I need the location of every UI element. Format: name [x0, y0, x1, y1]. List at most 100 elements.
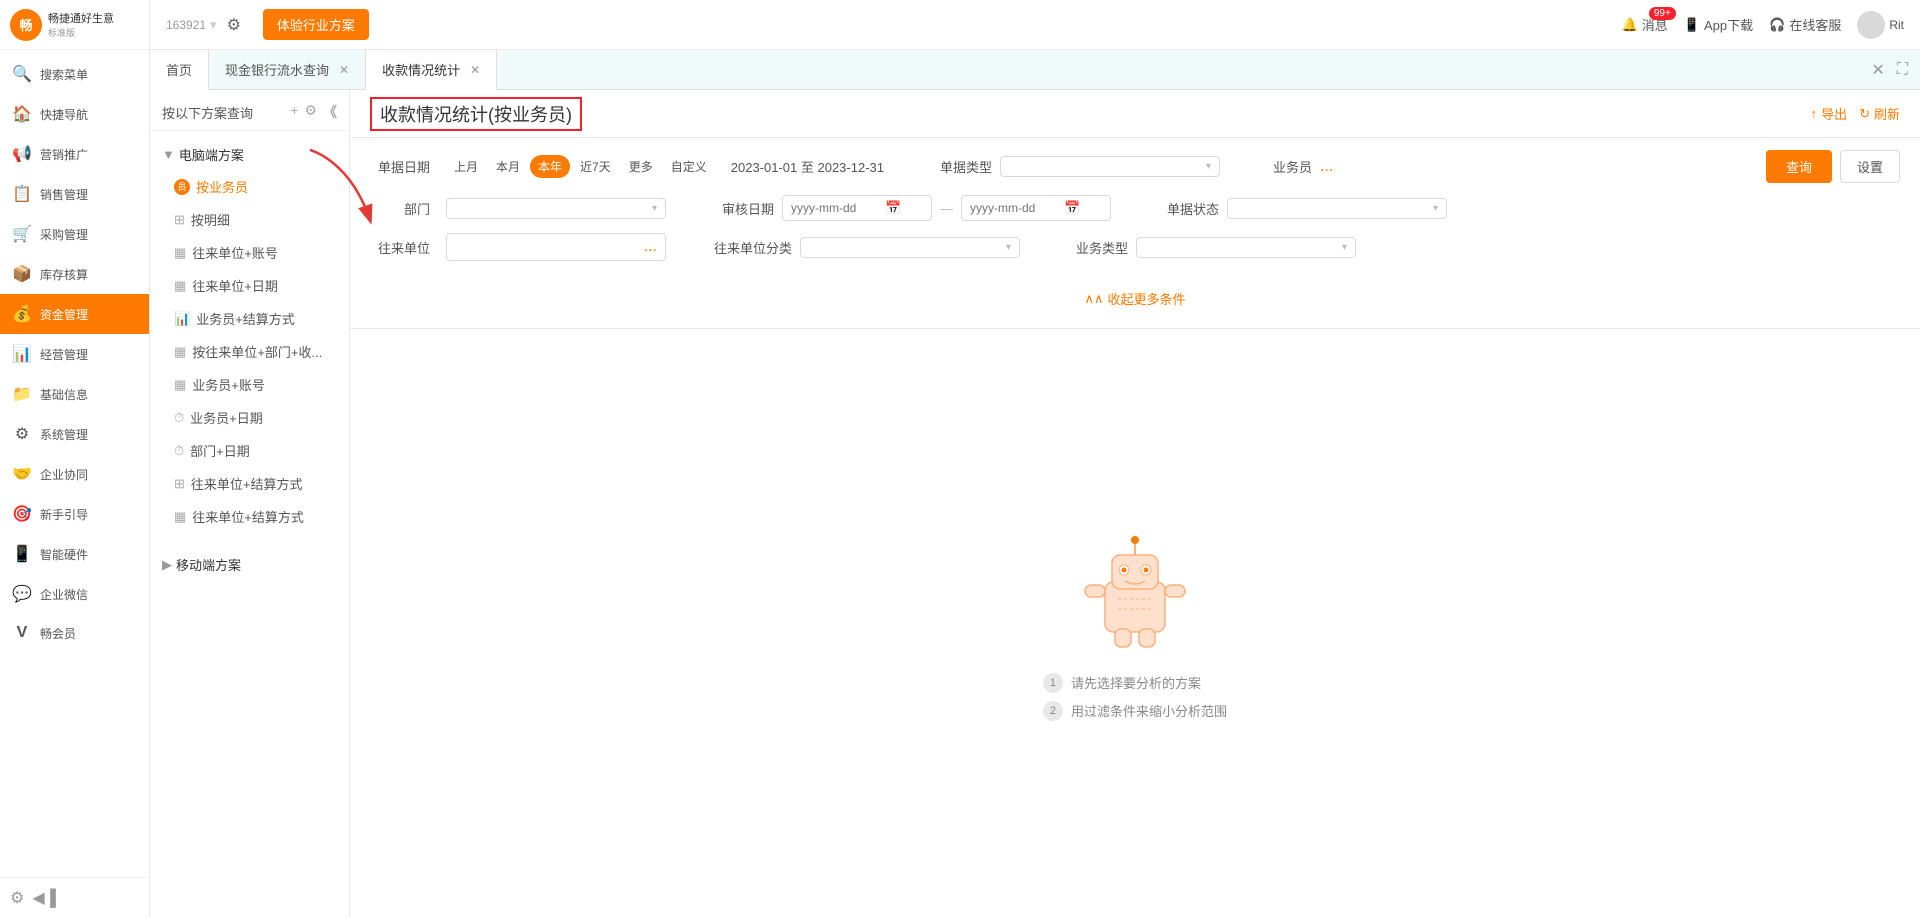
tabs-bar: 首页 现金银行流水查询 ✕ 收款情况统计 ✕ ✕ ⛶ — [150, 50, 1920, 90]
tree-child-salesperson-account[interactable]: ▦ 业务员+账号 — [150, 368, 349, 401]
left-panel-add-icon[interactable]: + — [290, 102, 298, 122]
base-icon: 📁 — [12, 384, 32, 404]
tab-collection[interactable]: 收款情况统计 ✕ — [366, 50, 497, 90]
empty-tip-1: 1 请先选择要分析的方案 — [1043, 673, 1227, 693]
bottom-collapse-icon[interactable]: ◀▐ — [32, 888, 56, 908]
tab-home[interactable]: 首页 — [150, 50, 209, 90]
doc-type-label: 单据类型 — [932, 157, 992, 176]
date-range-display: 2023-01-01 至 2023-12-31 — [731, 157, 884, 176]
tree-child-by-salesperson[interactable]: 员 按业务员 — [150, 170, 349, 203]
filter-row-2: 部门 ▾ 审核日期 📅 — 📅 — [370, 195, 1900, 221]
empty-state: 1 请先选择要分析的方案 2 用过滤条件来缩小分析范围 — [350, 329, 1920, 918]
sidebar-item-operation[interactable]: 📊 经营管理 — [0, 334, 149, 374]
query-button[interactable]: 查询 — [1766, 150, 1832, 183]
tree-child-supplier-date[interactable]: ▦ 往来单位+日期 — [150, 269, 349, 302]
tree-child-dept-date[interactable]: ⏱ 部门+日期 — [150, 434, 349, 467]
sidebar-item-guide[interactable]: 🎯 新手引导 — [0, 494, 149, 534]
sidebar-item-vip[interactable]: V 畅会员 — [0, 614, 149, 652]
sidebar-item-marketing[interactable]: 📢 营销推广 — [0, 134, 149, 174]
review-date-start-input[interactable]: 📅 — [782, 195, 932, 221]
dept-select[interactable]: ▾ — [446, 198, 666, 219]
export-icon: ↑ — [1811, 106, 1818, 121]
right-content: 收款情况统计(按业务员) ↑ 导出 ↻ 刷新 单据日期 — [350, 90, 1920, 918]
settings-button[interactable]: 设置 — [1840, 150, 1900, 183]
page-title-bar: 收款情况统计(按业务员) ↑ 导出 ↻ 刷新 — [350, 90, 1920, 138]
date-tab-thisyear[interactable]: 本年 — [530, 155, 570, 178]
tree-child-salesperson-settle[interactable]: 📊 业务员+结算方式 — [150, 302, 349, 335]
date-tab-7days[interactable]: 近7天 — [572, 155, 619, 178]
page-area: 按以下方案查询 + ⚙ 《 ▼ 电脑端方案 员 按业务员 ⊞ — [150, 90, 1920, 918]
biz-type-select[interactable]: ▾ — [1136, 237, 1356, 258]
doc-status-select[interactable]: ▾ — [1227, 198, 1447, 219]
sidebar-item-search[interactable]: 🔍 搜索菜单 — [0, 54, 149, 94]
left-panel-header-icons: + ⚙ 《 — [290, 102, 337, 122]
bottom-settings-icon[interactable]: ⚙ — [10, 888, 24, 908]
sidebar-item-hardware[interactable]: 📱 智能硬件 — [0, 534, 149, 574]
doc-type-select[interactable]: ▾ — [1000, 156, 1220, 177]
window-maximize-btn[interactable]: ⛶ — [1893, 57, 1912, 83]
empty-robot-illustration — [1070, 527, 1200, 657]
tab-collection-close[interactable]: ✕ — [470, 63, 480, 77]
notification-btn[interactable]: 🔔 消息 99+ — [1622, 15, 1668, 34]
date-tab-more[interactable]: 更多 — [621, 155, 661, 178]
breadcrumb-id: 163921 — [166, 18, 206, 32]
date-tab-lastmonth[interactable]: 上月 — [446, 155, 486, 178]
tree-parent-label: 电脑端方案 — [179, 145, 244, 164]
sidebar-item-sales[interactable]: 📋 销售管理 — [0, 174, 149, 214]
sidebar-item-wechat[interactable]: 💬 企业微信 — [0, 574, 149, 614]
tree-parent-desktop[interactable]: ▼ 电脑端方案 — [150, 139, 349, 170]
tree-child-supplier-account[interactable]: ▦ 往来单位+账号 — [150, 236, 349, 269]
tab-bank[interactable]: 现金银行流水查询 ✕ — [209, 50, 366, 90]
enterprise-icon: 🤝 — [12, 464, 32, 484]
date-tabs: 上月 本月 本年 近7天 更多 自定义 — [446, 155, 715, 178]
counterpart-cat-select[interactable]: ▾ — [800, 237, 1020, 258]
trial-button[interactable]: 体验行业方案 — [263, 9, 369, 40]
counterpart-select[interactable]: ... — [446, 233, 666, 261]
supplier-settle2-icon: ▦ — [174, 509, 186, 525]
review-date-end-field[interactable] — [970, 201, 1060, 215]
export-button[interactable]: ↑ 导出 — [1811, 104, 1848, 123]
tab-bank-close[interactable]: ✕ — [339, 63, 349, 77]
tree-child-supplier-settle1[interactable]: ⊞ 往来单位+结算方式 — [150, 467, 349, 500]
left-panel-collapse-icon[interactable]: 《 — [323, 102, 337, 122]
doc-status-label: 单据状态 — [1159, 199, 1219, 218]
header-settings-icon[interactable]: ⚙ — [227, 15, 241, 35]
collapse-button[interactable]: ∧∧ 收起更多条件 — [1076, 281, 1193, 316]
tree-child-by-detail[interactable]: ⊞ 按明细 — [150, 203, 349, 236]
salesperson-settle-icon: 📊 — [174, 311, 190, 327]
sidebar-item-base[interactable]: 📁 基础信息 — [0, 374, 149, 414]
sidebar-item-enterprise[interactable]: 🤝 企业协同 — [0, 454, 149, 494]
salesperson-more-icon[interactable]: ... — [1320, 158, 1333, 176]
left-panel-settings-icon[interactable]: ⚙ — [304, 102, 317, 122]
tip-num-1: 1 — [1043, 673, 1063, 693]
sidebar-item-system[interactable]: ⚙ 系统管理 — [0, 414, 149, 454]
online-service-btn[interactable]: 🎧 在线客服 — [1769, 15, 1841, 34]
sidebar-item-inventory[interactable]: 📦 库存核算 — [0, 254, 149, 294]
refresh-button[interactable]: ↻ 刷新 — [1859, 104, 1900, 123]
user-avatar[interactable]: Rit — [1857, 11, 1904, 39]
doc-status-arrow: ▾ — [1433, 203, 1438, 214]
review-date-label: 审核日期 — [714, 199, 774, 218]
service-icon: 🎧 — [1769, 17, 1785, 33]
marketing-icon: 📢 — [12, 144, 32, 164]
date-tab-thismonth[interactable]: 本月 — [488, 155, 528, 178]
date-tab-custom[interactable]: 自定义 — [663, 155, 715, 178]
tree-child-salesperson-date[interactable]: ⏱ 业务员+日期 — [150, 401, 349, 434]
tree-expand-arrow: ▼ — [162, 147, 175, 162]
tree-child-unit-dept[interactable]: ▦ 按往来单位+部门+收... — [150, 335, 349, 368]
sidebar-item-fund[interactable]: 💰 资金管理 — [0, 294, 149, 334]
review-date-end-input[interactable]: 📅 — [961, 195, 1111, 221]
tree-child-supplier-settle2[interactable]: ▦ 往来单位+结算方式 — [150, 500, 349, 533]
page-title-actions: ↑ 导出 ↻ 刷新 — [1811, 104, 1900, 123]
sidebar-item-purchase[interactable]: 🛒 采购管理 — [0, 214, 149, 254]
app-download-btn[interactable]: 📱 App下载 — [1684, 15, 1753, 34]
filter-row-1: 单据日期 上月 本月 本年 近7天 更多 自定义 2023-01-01 至 20… — [370, 150, 1900, 183]
action-buttons: 查询 设置 — [1766, 150, 1900, 183]
tree-parent-mobile[interactable]: ▶ 移动端方案 — [150, 549, 349, 580]
review-date-start-field[interactable] — [791, 201, 881, 215]
sidebar-item-shortcut[interactable]: 🏠 快捷导航 — [0, 94, 149, 134]
window-close-btn[interactable]: ✕ — [1867, 56, 1888, 84]
date-sep: — — [940, 201, 953, 216]
date-label: 单据日期 — [370, 157, 430, 176]
home-icon: 🏠 — [12, 104, 32, 124]
